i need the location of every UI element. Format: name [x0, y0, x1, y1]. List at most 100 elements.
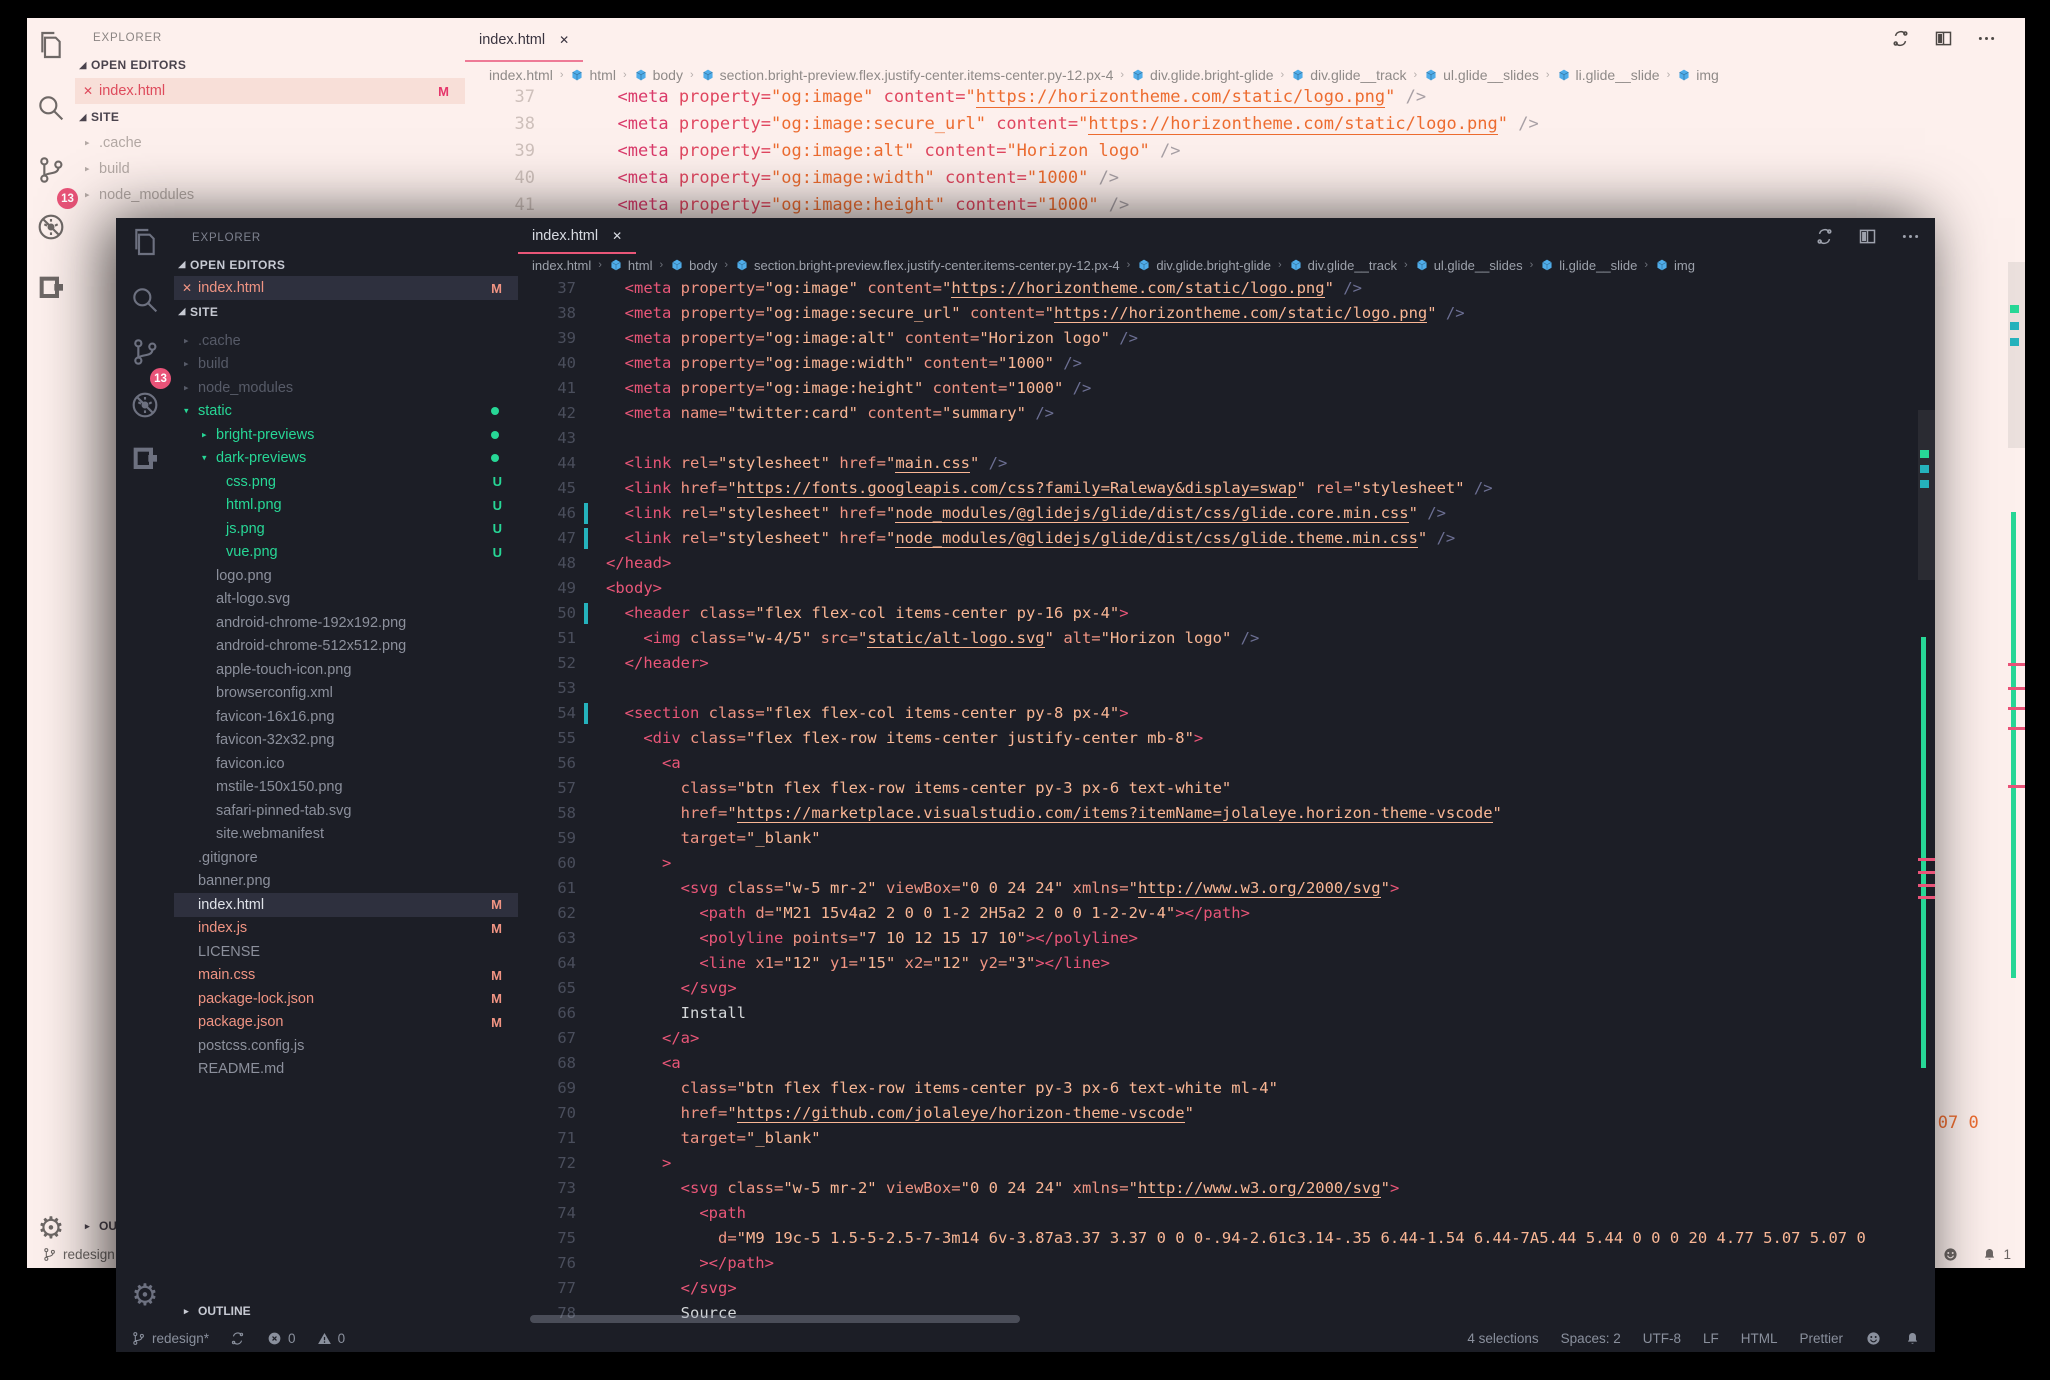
breadcrumb-item[interactable]: index.html [489, 67, 553, 83]
site-header[interactable]: ◢SITE [174, 300, 518, 323]
chevron-down-icon[interactable]: ▾ [184, 406, 189, 417]
search-icon[interactable] [35, 92, 67, 124]
extensions-icon[interactable] [129, 441, 161, 473]
git-branch-icon[interactable] [41, 1246, 58, 1263]
status-item-spaces-2[interactable]: Spaces: 2 [1561, 1331, 1621, 1346]
code-line-61[interactable]: 61 <svg class="w-5 mr-2" viewBox="0 0 24… [518, 876, 1935, 901]
tab-index-html[interactable]: index.html ✕ [518, 218, 636, 254]
code-line-41[interactable]: 41 <meta property="og:image:height" cont… [465, 192, 2025, 219]
search-icon[interactable] [129, 284, 161, 316]
code-line-63[interactable]: 63 <polyline points="7 10 12 15 17 10"><… [518, 926, 1935, 951]
code-line-40[interactable]: 40 <meta property="og:image:width" conte… [465, 165, 2025, 192]
breadcrumb-item[interactable]: ul.glide__slides [1424, 67, 1539, 83]
tree-item-static[interactable]: ▾static [174, 400, 518, 424]
code-line-58[interactable]: 58 href="https://marketplace.visualstudi… [518, 801, 1935, 826]
code-line-43[interactable]: 43 [518, 426, 1935, 451]
code-line-51[interactable]: 51 <img class="w-4/5" src="static/alt-lo… [518, 626, 1935, 651]
tree-item-js-png[interactable]: js.pngU [174, 517, 518, 541]
code-line-74[interactable]: 74 <path [518, 1201, 1935, 1226]
code-line-39[interactable]: 39 <meta property="og:image:alt" content… [465, 138, 2025, 165]
tab-index-html[interactable]: index.html ✕ [465, 18, 583, 62]
tree-item-node-modules[interactable]: ▸node_modules [75, 182, 465, 208]
tree-item-index-html[interactable]: index.htmlM [174, 893, 518, 917]
tree-item-android-chrome-192x192-png[interactable]: android-chrome-192x192.png [174, 611, 518, 635]
close-icon[interactable]: ✕ [83, 84, 99, 98]
git-branch-icon[interactable]: redesign* [130, 1330, 209, 1347]
feedback-smiley-icon[interactable] [1942, 1246, 1959, 1263]
code-line-45[interactable]: 45 <link href="https://fonts.googleapis.… [518, 476, 1935, 501]
tree-item-readme-md[interactable]: README.md [174, 1058, 518, 1082]
tree-item-node-modules[interactable]: ▸node_modules [174, 376, 518, 400]
code-line-71[interactable]: 71 target="_blank" [518, 1126, 1935, 1151]
chevron-right-icon[interactable]: ▸ [85, 164, 90, 175]
code-line-56[interactable]: 56 <a [518, 751, 1935, 776]
code-line-65[interactable]: 65 </svg> [518, 976, 1935, 1001]
open-editors-header[interactable]: ◢OPEN EDITORS [174, 253, 518, 276]
breadcrumb-item[interactable]: index.html [532, 258, 591, 273]
breadcrumb-item[interactable]: div.glide__track [1291, 67, 1406, 83]
notifications-bell-icon[interactable] [1904, 1330, 1921, 1347]
chevron-right-icon[interactable]: ▸ [85, 138, 90, 149]
tree-item--cache[interactable]: ▸.cache [174, 329, 518, 353]
source-control-icon[interactable] [129, 336, 161, 368]
open-editor-item[interactable]: ✕ index.html M [75, 78, 465, 104]
code-line-38[interactable]: 38 <meta property="og:image:secure_url" … [465, 111, 2025, 138]
breadcrumb-item[interactable]: div.glide.bright-glide [1131, 67, 1273, 83]
open-editor-item[interactable]: ✕ index.html M [174, 276, 518, 300]
breadcrumb-item[interactable]: section.bright-preview.flex.justify-cent… [735, 258, 1120, 273]
close-icon[interactable]: ✕ [182, 281, 198, 295]
chevron-right-icon[interactable]: ▸ [202, 429, 207, 440]
minimap-slider[interactable] [1918, 410, 1935, 580]
tree-item-build[interactable]: ▸build [174, 353, 518, 377]
chevron-right-icon[interactable]: ▸ [85, 190, 90, 201]
files-icon[interactable] [129, 226, 161, 258]
code-area[interactable]: 37 <meta property="og:image" content="ht… [518, 276, 1935, 1326]
breadcrumb-item[interactable]: html [609, 258, 653, 273]
code-line-62[interactable]: 62 <path d="M21 15v4a2 2 0 0 1-2 2H5a2 2… [518, 901, 1935, 926]
files-icon[interactable] [35, 29, 67, 61]
code-line-69[interactable]: 69 class="btn flex flex-row items-center… [518, 1076, 1935, 1101]
tree-item-license[interactable]: LICENSE [174, 940, 518, 964]
tree-item-banner-png[interactable]: banner.png [174, 870, 518, 894]
status-item-html[interactable]: HTML [1741, 1331, 1778, 1346]
breadcrumb-item[interactable]: div.glide__track [1289, 258, 1397, 273]
code-line-52[interactable]: 52 </header> [518, 651, 1935, 676]
code-line-66[interactable]: 66 Install [518, 1001, 1935, 1026]
code-line-41[interactable]: 41 <meta property="og:image:height" cont… [518, 376, 1935, 401]
status-item-prettier[interactable]: Prettier [1799, 1331, 1843, 1346]
site-header[interactable]: ◢SITE [75, 104, 465, 130]
feedback-smiley-icon[interactable] [1865, 1330, 1882, 1347]
code-line-42[interactable]: 42 <meta name="twitter:card" content="su… [518, 401, 1935, 426]
chevron-right-icon[interactable]: ▸ [184, 335, 189, 346]
breadcrumb-item[interactable]: html [570, 67, 615, 83]
tree-item-apple-touch-icon-png[interactable]: apple-touch-icon.png [174, 658, 518, 682]
code-line-72[interactable]: 72 > [518, 1151, 1935, 1176]
error-icon[interactable]: 0 [266, 1330, 296, 1347]
code-line-40[interactable]: 40 <meta property="og:image:width" conte… [518, 351, 1935, 376]
tree-item-safari-pinned-tab-svg[interactable]: safari-pinned-tab.svg [174, 799, 518, 823]
status-item-lf[interactable]: LF [1703, 1331, 1719, 1346]
extensions-icon[interactable] [35, 270, 67, 302]
tree-item-bright-previews[interactable]: ▸bright-previews [174, 423, 518, 447]
tree-item-package-json[interactable]: package.jsonM [174, 1011, 518, 1035]
code-line-55[interactable]: 55 <div class="flex flex-row items-cente… [518, 726, 1935, 751]
code-line-75[interactable]: 75 d="M9 19c-5 1.5-5-2.5-7-3m14 6v-3.87a… [518, 1226, 1935, 1251]
code-line-68[interactable]: 68 <a [518, 1051, 1935, 1076]
error-icon[interactable] [266, 1330, 283, 1347]
code-line-50[interactable]: 50 <header class="flex flex-col items-ce… [518, 601, 1935, 626]
notifications-bell-icon[interactable] [1904, 1330, 1921, 1347]
breadcrumb-item[interactable]: img [1655, 258, 1695, 273]
tree-item-mstile-150x150-png[interactable]: mstile-150x150.png [174, 776, 518, 800]
tab-close-icon[interactable]: ✕ [559, 33, 569, 47]
code-line-73[interactable]: 73 <svg class="w-5 mr-2" viewBox="0 0 24… [518, 1176, 1935, 1201]
tree-item-dark-previews[interactable]: ▾dark-previews [174, 447, 518, 471]
overview-ruler[interactable] [2008, 18, 2025, 1268]
tree-item-android-chrome-512x512-png[interactable]: android-chrome-512x512.png [174, 635, 518, 659]
tree-item-alt-logo-svg[interactable]: alt-logo.svg [174, 588, 518, 612]
tree-item-index-js[interactable]: index.jsM [174, 917, 518, 941]
tree-item-postcss-config-js[interactable]: postcss.config.js [174, 1034, 518, 1058]
chevron-right-icon[interactable]: ▸ [184, 359, 189, 370]
code-line-44[interactable]: 44 <link rel="stylesheet" href="main.css… [518, 451, 1935, 476]
sync-icon[interactable] [229, 1330, 246, 1347]
sync-icon[interactable] [1890, 28, 1911, 49]
